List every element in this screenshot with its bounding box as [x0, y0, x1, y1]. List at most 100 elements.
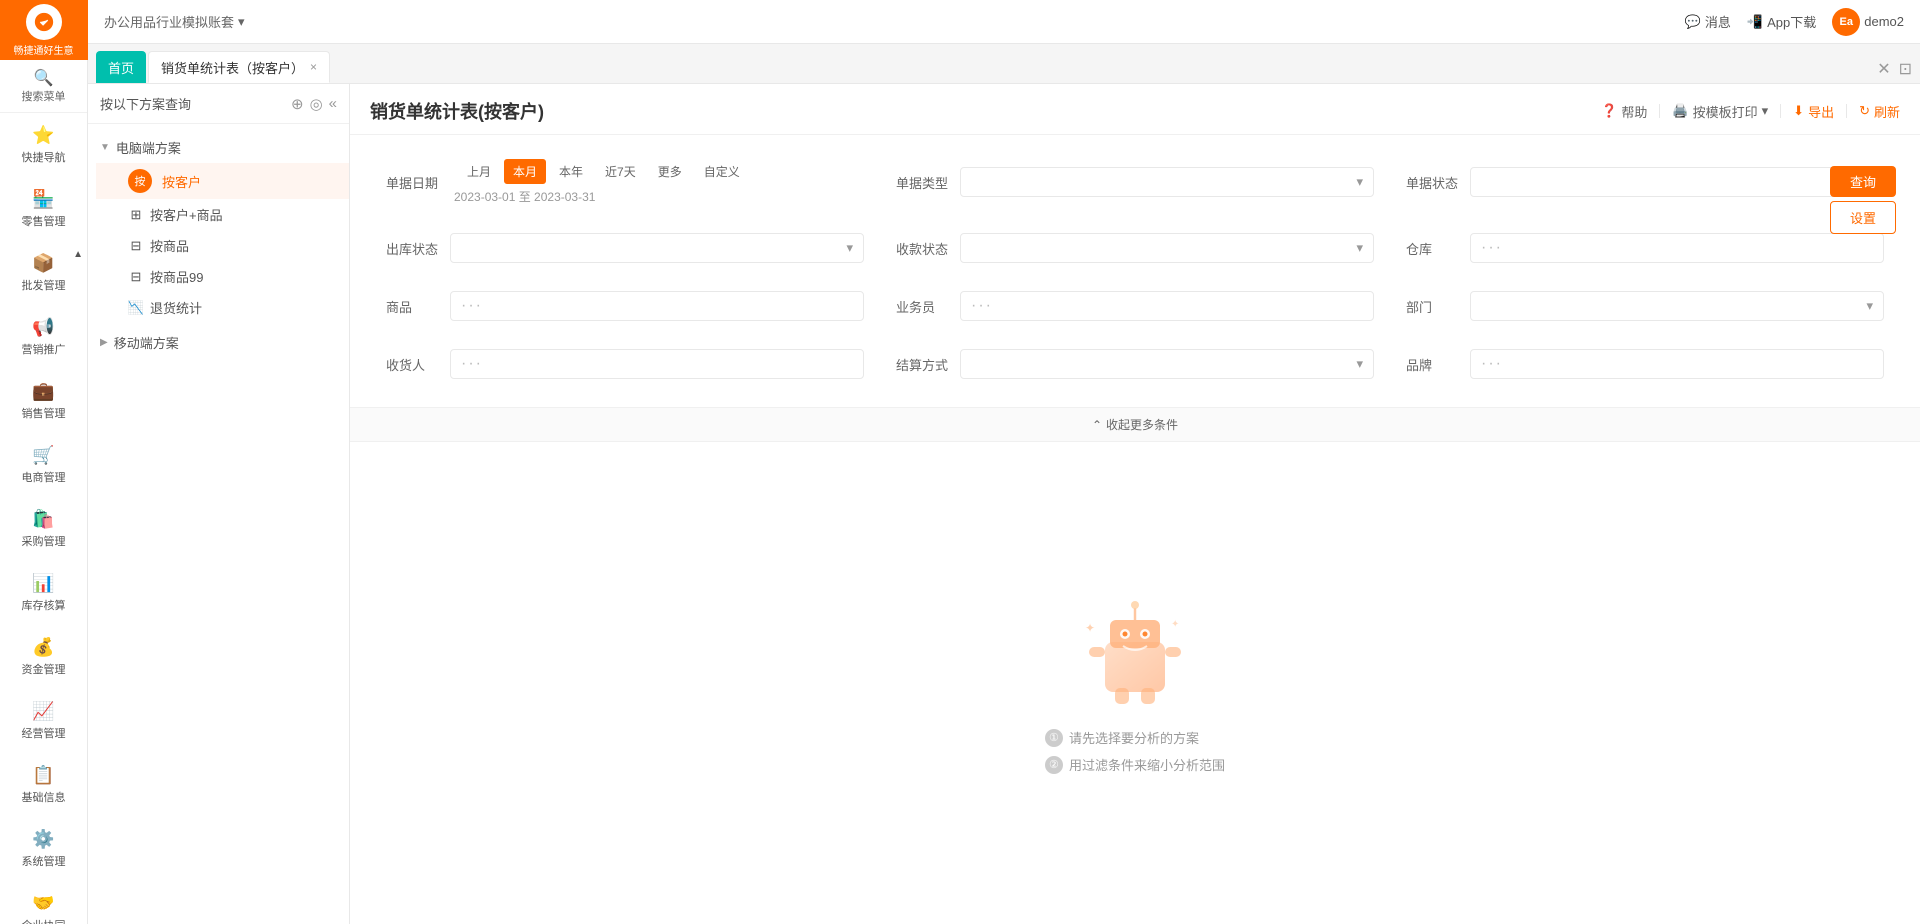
- search-menu-item[interactable]: 🔍 搜索菜单: [0, 60, 87, 113]
- window-close-icon[interactable]: ✕: [1877, 59, 1890, 79]
- this-year-btn[interactable]: 本年: [550, 159, 592, 184]
- dept-label: 部门: [1406, 297, 1462, 316]
- receipt-status-select[interactable]: ▾: [960, 233, 1374, 263]
- avatar: Ea: [1832, 8, 1860, 36]
- sidebar-item-retail[interactable]: 🏪 零售管理: [0, 177, 87, 241]
- tab-home[interactable]: 首页: [96, 51, 146, 83]
- user-profile[interactable]: Ea demo2: [1832, 8, 1904, 36]
- sidebar-item-inventory[interactable]: 📊 库存核算: [0, 561, 87, 625]
- tab-sales-stat[interactable]: 销货单统计表（按客户） ×: [148, 51, 330, 83]
- setting-button[interactable]: 设置: [1830, 201, 1896, 234]
- table2-icon: ⊟: [128, 269, 144, 285]
- sidebar-item-basic[interactable]: 📋 基础信息: [0, 753, 87, 817]
- tree-item-return-stat[interactable]: 📉 退货统计: [96, 292, 349, 323]
- sidebar-item-corp[interactable]: 🤝 企业协同: [0, 881, 87, 924]
- account-dropdown[interactable]: 办公用品行业模拟账套 ▾: [104, 12, 245, 31]
- tip-item-2: ② 用过滤条件来缩小分析范围: [1045, 755, 1225, 774]
- filter-warehouse: 仓库 ···: [1390, 225, 1900, 271]
- recipient-label: 收货人: [386, 355, 442, 374]
- collapse-bar[interactable]: ⌃ 收起更多条件: [350, 408, 1920, 442]
- last-month-btn[interactable]: 上月: [458, 159, 500, 184]
- filter-date: 单据日期 上月 本月 本年 近7天 更多 自定义 2023-03-01 至 20…: [370, 151, 880, 213]
- brand-input[interactable]: ···: [1470, 349, 1884, 379]
- main-area: 办公用品行业模拟账套 ▾ 💬 消息 📲 App下载 Ea demo2 首页 销货…: [88, 0, 1920, 924]
- filter-goods: 商品 ···: [370, 283, 880, 329]
- tree-expand-icon: ▼: [100, 142, 110, 153]
- refresh-button[interactable]: ↻ 刷新: [1859, 102, 1900, 121]
- add-scheme-icon[interactable]: ⊕: [291, 95, 304, 113]
- query-button[interactable]: 查询: [1830, 166, 1896, 197]
- svg-text:✦: ✦: [1085, 621, 1095, 635]
- salesperson-input[interactable]: ···: [960, 291, 1374, 321]
- tree-group-mobile: ▶ 移动端方案: [88, 327, 349, 358]
- warehouse-dots[interactable]: ···: [1470, 233, 1884, 263]
- more-btn[interactable]: 更多: [649, 159, 691, 184]
- page-title: 销货单统计表(按客户): [370, 98, 544, 124]
- settlement-select[interactable]: ▾: [960, 349, 1374, 379]
- collapse-panel-icon[interactable]: «: [329, 95, 337, 112]
- download-icon: 📲: [1747, 14, 1763, 30]
- status-select[interactable]: ▾: [1470, 167, 1884, 197]
- sidebar-item-operations[interactable]: 📈 经营管理: [0, 689, 87, 753]
- filter-receipt-status: 收款状态 ▾: [880, 225, 1390, 271]
- divider3: [1846, 104, 1847, 118]
- app-download-button[interactable]: 📲 App下载: [1747, 12, 1816, 31]
- tree-item-by-customer[interactable]: 按 按客户: [96, 163, 349, 199]
- tip-num-2: ②: [1045, 756, 1063, 774]
- last-7days-btn[interactable]: 近7天: [596, 159, 645, 184]
- sidebar-item-system[interactable]: ⚙️ 系统管理: [0, 817, 87, 881]
- sidebar-item-finance[interactable]: 💰 资金管理: [0, 625, 87, 689]
- sidebar-item-marketing[interactable]: 📢 营销推广: [0, 305, 87, 369]
- print-button[interactable]: 🖨️ 按模板打印 ▾: [1672, 102, 1768, 121]
- tree-item-by-goods[interactable]: ⊟ 按商品: [96, 230, 349, 261]
- sidebar-item-quick-nav[interactable]: ⭐ 快捷导航: [0, 113, 87, 177]
- recipient-input[interactable]: ···: [450, 349, 864, 379]
- left-panel-actions: ⊕ ◎ «: [291, 95, 337, 113]
- tree-group-mobile-header[interactable]: ▶ 移动端方案: [88, 327, 349, 358]
- help-icon: ❓: [1601, 103, 1617, 119]
- message-icon: 💬: [1685, 14, 1701, 30]
- filter-recipient: 收货人 ···: [370, 341, 880, 387]
- empty-state: ✦ ✦ ① 请先选择要分析的方案 ② 用过滤条件来缩小分析范围: [350, 442, 1920, 924]
- window-max-icon[interactable]: ⊡: [1899, 59, 1912, 79]
- sidebar-nav: ⭐ 快捷导航 🏪 零售管理 📦 批发管理 ▲ 📢 营销推广 💼 销售管理 🛒 电…: [0, 113, 87, 924]
- tip-num-1: ①: [1045, 729, 1063, 747]
- divider2: [1780, 104, 1781, 118]
- export-button[interactable]: ⬇ 导出: [1793, 102, 1834, 121]
- tree-item-by-goods99[interactable]: ⊟ 按商品99: [96, 261, 349, 292]
- tip-item-1: ① 请先选择要分析的方案: [1045, 728, 1225, 747]
- divider1: [1659, 104, 1660, 118]
- sidebar-item-purchase[interactable]: 🛍️ 采购管理: [0, 497, 87, 561]
- refresh-icon: ↻: [1859, 103, 1870, 119]
- type-dropdown-icon: ▾: [1356, 174, 1363, 190]
- out-status-dropdown-icon: ▾: [846, 240, 853, 256]
- dept-select[interactable]: ▾: [1470, 291, 1884, 321]
- scheme-tree: ▼ 电脑端方案 按 按客户 ⊞ 按客户+商品 ⊟: [88, 124, 349, 370]
- logo-text: 畅捷通好生意: [14, 42, 74, 57]
- out-status-label: 出库状态: [386, 239, 442, 258]
- tab-close-icon[interactable]: ×: [310, 60, 317, 74]
- warehouse-label: 仓库: [1406, 239, 1462, 258]
- settings-scheme-icon[interactable]: ◎: [310, 95, 323, 113]
- filter-doc-type: 单据类型 ▾: [880, 151, 1390, 213]
- tree-group-desktop-header[interactable]: ▼ 电脑端方案: [88, 132, 349, 163]
- custom-btn[interactable]: 自定义: [695, 159, 749, 184]
- tree-item-by-customer-goods[interactable]: ⊞ 按客户+商品: [96, 199, 349, 230]
- type-select[interactable]: ▾: [960, 167, 1374, 197]
- sidebar-item-sales[interactable]: 💼 销售管理: [0, 369, 87, 433]
- brand-label: 品牌: [1406, 355, 1462, 374]
- messages-button[interactable]: 💬 消息: [1685, 12, 1731, 31]
- sidebar: 畅捷通好生意 🔍 搜索菜单 ⭐ 快捷导航 🏪 零售管理 📦 批发管理 ▲ 📢 营…: [0, 0, 88, 924]
- help-button[interactable]: ❓ 帮助: [1601, 102, 1647, 121]
- date-range-text: 2023-03-01 至 2023-03-31: [454, 188, 595, 205]
- goods-input[interactable]: ···: [450, 291, 864, 321]
- sidebar-item-wholesale[interactable]: 📦 批发管理 ▲: [0, 241, 87, 305]
- status-label: 单据状态: [1406, 173, 1462, 192]
- page-actions: ❓ 帮助 🖨️ 按模板打印 ▾ ⬇ 导出: [1601, 102, 1900, 121]
- app-logo: 畅捷通好生意: [0, 0, 88, 60]
- sidebar-item-ecommerce[interactable]: 🛒 电商管理: [0, 433, 87, 497]
- settlement-label: 结算方式: [896, 355, 952, 374]
- this-month-btn[interactable]: 本月: [504, 159, 546, 184]
- out-status-select[interactable]: ▾: [450, 233, 864, 263]
- dropdown-arrow-icon: ▾: [238, 14, 245, 30]
